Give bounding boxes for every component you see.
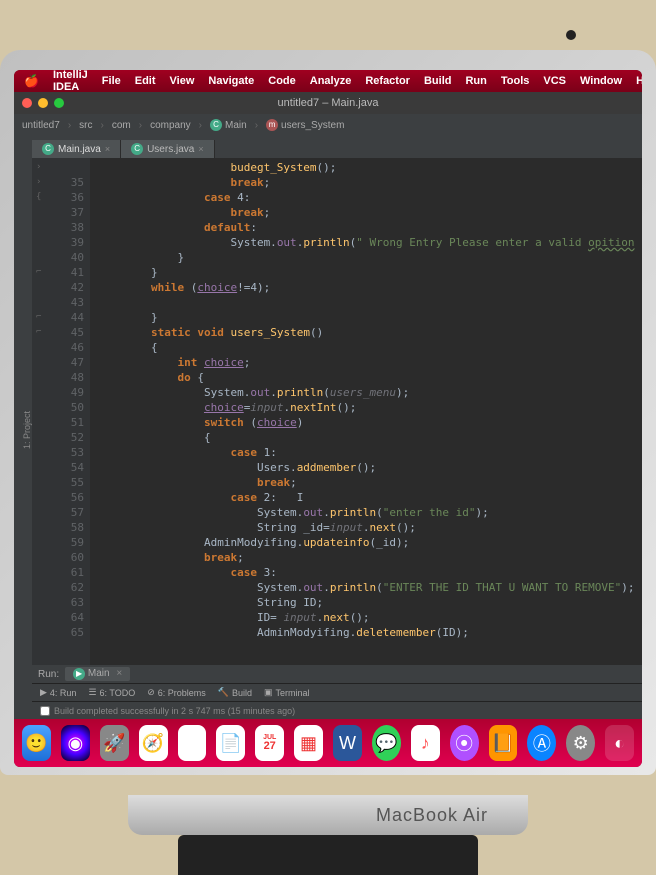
macos-menu-bar[interactable]: 🍎 IntelliJ IDEA File Edit View Navigate …	[14, 70, 642, 92]
close-icon[interactable]: ×	[116, 668, 122, 679]
java-class-icon: C	[131, 143, 143, 155]
tab-main-java[interactable]: C Main.java ×	[32, 140, 121, 158]
apple-menu-icon[interactable]: 🍎	[24, 74, 39, 88]
run-panel-header[interactable]: Run: ▶ Main ×	[32, 665, 642, 683]
menu-build[interactable]: Build	[424, 75, 452, 87]
screen: 🍎 IntelliJ IDEA File Edit View Navigate …	[14, 70, 642, 767]
run-label: Run:	[38, 669, 59, 680]
code-editor[interactable]: ››{ ⌐⌐⌐ 35363738394041424344454647484950…	[32, 158, 642, 665]
close-icon[interactable]: ×	[198, 144, 203, 154]
window-titlebar: untitled7 – Main.java	[14, 92, 642, 114]
method-icon: m	[266, 119, 278, 131]
tab-label: Main.java	[58, 144, 101, 155]
dock-messages-icon[interactable]: 💬	[372, 725, 401, 761]
crumb-com[interactable]: com	[112, 120, 131, 131]
laptop-bezel: 🍎 IntelliJ IDEA File Edit View Navigate …	[0, 50, 656, 775]
app-menu[interactable]: IntelliJ IDEA	[53, 70, 88, 93]
menu-code[interactable]: Code	[268, 75, 296, 87]
window-title: untitled7 – Main.java	[278, 97, 379, 109]
dock-safari-icon[interactable]: 🧭	[139, 725, 168, 761]
status-bar: Build completed successfully in 2 s 747 …	[32, 701, 642, 719]
menu-analyze[interactable]: Analyze	[310, 75, 352, 87]
dock-music-icon[interactable]: ♪	[411, 725, 440, 761]
maximize-button[interactable]	[54, 98, 64, 108]
macos-dock: 🙂 ◉ 🚀 🧭 ◯ 📄 JUL27 ▦ W 💬 ♪ ⦿ 📙 Ⓐ ⚙ ◐	[14, 719, 642, 767]
crumb-class[interactable]: CMain	[210, 119, 247, 131]
dock-finder-icon[interactable]: 🙂	[22, 725, 51, 761]
minimize-button[interactable]	[38, 98, 48, 108]
status-checkbox[interactable]	[40, 706, 50, 716]
laptop-model-label: MacBook Air	[376, 805, 488, 826]
dock-siri-icon[interactable]: ◉	[61, 725, 90, 761]
menu-tools[interactable]: Tools	[501, 75, 530, 87]
crumb-src[interactable]: src	[79, 120, 92, 131]
close-button[interactable]	[22, 98, 32, 108]
menu-edit[interactable]: Edit	[135, 75, 156, 87]
nav-breadcrumb: untitled7› src› com› company› CMain› mus…	[14, 114, 642, 136]
menu-run[interactable]: Run	[465, 75, 486, 87]
toolwindow-project[interactable]: 1: Project	[22, 411, 32, 449]
code-content[interactable]: budegt_System(); break; case 4: break; d…	[90, 158, 642, 665]
toolwindow-run[interactable]: ▶ 4: Run	[40, 687, 76, 698]
dock-appstore-icon[interactable]: Ⓐ	[527, 725, 556, 761]
fold-column[interactable]: ››{ ⌐⌐⌐	[32, 158, 62, 665]
editor-tabs: C Main.java × C Users.java ×	[32, 136, 642, 158]
run-config[interactable]: ▶ Main ×	[65, 667, 130, 681]
left-tool-strip: 1: Project 2: Structure 2: Favorites	[14, 136, 32, 719]
menu-refactor[interactable]: Refactor	[365, 75, 410, 87]
close-icon[interactable]: ×	[105, 144, 110, 154]
crumb-company[interactable]: company	[150, 120, 191, 131]
dock-app-icon[interactable]: ▦	[294, 725, 323, 761]
menu-navigate[interactable]: Navigate	[208, 75, 254, 87]
dock-notes-icon[interactable]: 📄	[216, 725, 245, 761]
dock-podcasts-icon[interactable]: ⦿	[450, 725, 479, 761]
toolwindow-terminal[interactable]: ▣ Terminal	[264, 687, 310, 698]
menu-file[interactable]: File	[102, 75, 121, 87]
status-message: Build completed successfully in 2 s 747 …	[54, 706, 295, 716]
menu-vcs[interactable]: VCS	[543, 75, 566, 87]
laptop-camera	[566, 30, 576, 40]
bottom-toolwindow-tabs: ▶ 4: Run ☰ 6: TODO ⊘ 6: Problems 🔨 Build…	[32, 683, 642, 701]
dock-other-icon[interactable]: ◐	[605, 725, 634, 761]
crumb-project[interactable]: untitled7	[22, 120, 60, 131]
toolwindow-problems[interactable]: ⊘ 6: Problems	[147, 687, 206, 698]
java-class-icon: C	[42, 143, 54, 155]
dock-calendar-icon[interactable]: JUL27	[255, 725, 284, 761]
class-icon: C	[210, 119, 222, 131]
laptop-base: MacBook Air	[128, 795, 528, 835]
menu-help[interactable]: H	[636, 75, 642, 87]
traffic-lights	[14, 98, 64, 108]
menu-view[interactable]: View	[170, 75, 195, 87]
laptop-stand	[178, 835, 478, 875]
run-config-icon: ▶	[73, 668, 85, 680]
dock-settings-icon[interactable]: ⚙	[566, 725, 595, 761]
menu-window[interactable]: Window	[580, 75, 622, 87]
dock-word-icon[interactable]: W	[333, 725, 362, 761]
toolwindow-todo[interactable]: ☰ 6: TODO	[88, 687, 135, 698]
dock-books-icon[interactable]: 📙	[489, 725, 518, 761]
dock-launchpad-icon[interactable]: 🚀	[100, 725, 129, 761]
line-number-gutter[interactable]: 3536373839404142434445464748495051525354…	[62, 158, 90, 665]
dock-chrome-icon[interactable]: ◯	[178, 725, 207, 761]
toolwindow-build[interactable]: 🔨 Build	[218, 687, 252, 698]
tab-label: Users.java	[147, 144, 194, 155]
crumb-method[interactable]: musers_System	[266, 119, 344, 131]
tab-users-java[interactable]: C Users.java ×	[121, 140, 215, 158]
